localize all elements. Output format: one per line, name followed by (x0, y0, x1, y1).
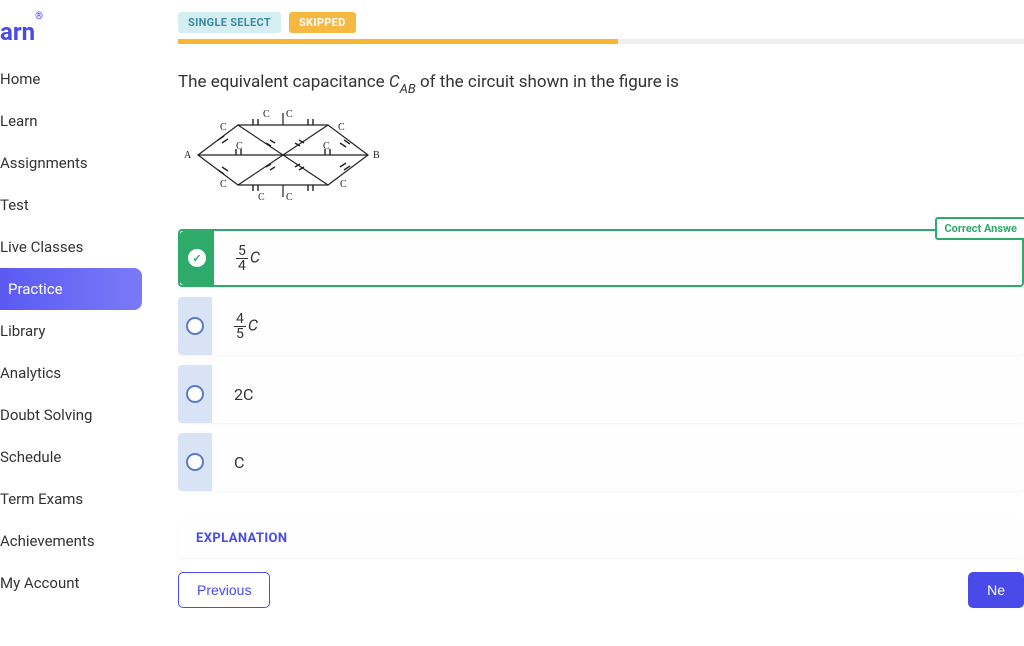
option-4[interactable]: C (178, 433, 1024, 491)
explanation-title: EXPLANATION (196, 531, 1006, 546)
sidebar-item-term-exams[interactable]: Term Exams (0, 478, 150, 520)
brand-logo: arn® (0, 18, 150, 58)
svg-text:C: C (258, 192, 265, 203)
svg-text:A: A (184, 150, 192, 161)
badge-row: SINGLE SELECT SKIPPED (178, 12, 1024, 33)
progress-fill (178, 39, 618, 44)
sidebar: arn® HomeLearnAssignmentsTestLive Classe… (0, 0, 150, 646)
circuit-diagram: A B C C C C C C C C C C (178, 105, 1024, 209)
sidebar-item-schedule[interactable]: Schedule (0, 436, 150, 478)
circuit-svg: A B C C C C C C C C C C (178, 105, 388, 205)
question-type-badge: SINGLE SELECT (178, 12, 281, 33)
registered-icon: ® (35, 11, 43, 22)
svg-text:C: C (220, 122, 227, 133)
sidebar-item-home[interactable]: Home (0, 58, 150, 100)
svg-text:B: B (373, 150, 380, 161)
svg-text:C: C (323, 141, 330, 152)
sidebar-item-learn[interactable]: Learn (0, 100, 150, 142)
check-icon (180, 231, 214, 285)
sidebar-nav: HomeLearnAssignmentsTestLive ClassesPrac… (0, 58, 150, 604)
radio-icon (178, 433, 212, 491)
options-list: 54CCorrect Answe45C2CC (178, 229, 1024, 501)
radio-icon (178, 297, 212, 355)
question-text: The equivalent capacitance CAB of the ci… (178, 72, 1024, 95)
question-prefix: The equivalent capacitance (178, 72, 389, 92)
option-label: 54C (214, 244, 260, 273)
svg-text:C: C (286, 109, 293, 120)
sidebar-item-analytics[interactable]: Analytics (0, 352, 150, 394)
sidebar-item-achievements[interactable]: Achievements (0, 520, 150, 562)
svg-text:C: C (338, 122, 345, 133)
option-label: C (212, 453, 244, 472)
question-subscript: AB (400, 82, 416, 97)
question-suffix: of the circuit shown in the figure is (420, 72, 679, 92)
radio-icon (178, 365, 212, 423)
footer-nav: Previous Ne (178, 562, 1024, 608)
svg-text:C: C (220, 179, 227, 190)
option-3[interactable]: 2C (178, 365, 1024, 423)
previous-button[interactable]: Previous (178, 572, 270, 608)
svg-text:C: C (340, 179, 347, 190)
svg-text:C: C (286, 192, 293, 203)
svg-text:C: C (263, 109, 270, 120)
sidebar-item-practice[interactable]: Practice (0, 268, 142, 310)
option-1[interactable]: 54C (178, 229, 1024, 287)
sidebar-item-doubt-solving[interactable]: Doubt Solving (0, 394, 150, 436)
brand-text: arn (0, 18, 35, 46)
progress-bar (178, 39, 1024, 44)
sidebar-item-assignments[interactable]: Assignments (0, 142, 150, 184)
question-status-badge: SKIPPED (289, 12, 356, 33)
sidebar-item-test[interactable]: Test (0, 184, 150, 226)
next-button[interactable]: Ne (968, 572, 1024, 608)
option-label: 2C (212, 385, 253, 404)
correct-answer-tag: Correct Answe (935, 217, 1024, 240)
sidebar-item-my-account[interactable]: My Account (0, 562, 150, 604)
sidebar-item-live-classes[interactable]: Live Classes (0, 226, 150, 268)
sidebar-item-library[interactable]: Library (0, 310, 150, 352)
main-content: SINGLE SELECT SKIPPED The equivalent cap… (150, 0, 1024, 646)
question-var: C (389, 72, 400, 92)
option-2[interactable]: 45C (178, 297, 1024, 355)
option-label: 45C (212, 312, 258, 341)
svg-text:C: C (236, 141, 243, 152)
explanation-block: EXPLANATION (178, 519, 1024, 558)
